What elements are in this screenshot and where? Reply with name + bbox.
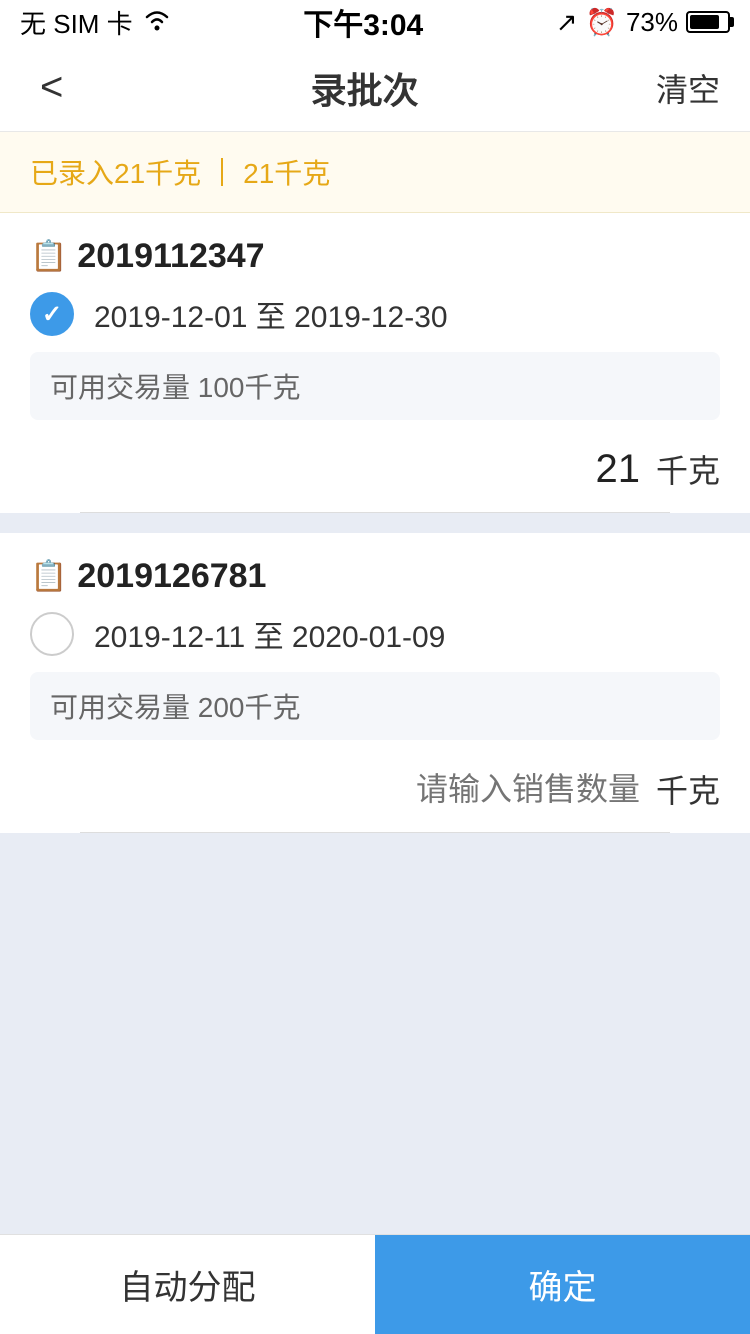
quantity-unit-2: 千克 <box>656 766 720 812</box>
wifi-icon <box>143 7 171 38</box>
batch-date-row-1: ✓ 2019-12-01 至 2019-12-30 <box>0 284 750 344</box>
batch-header-2: 📋 2019126781 <box>0 533 750 604</box>
battery-percent: 73% <box>626 7 678 38</box>
battery-icon <box>686 11 730 33</box>
quantity-row-1: 21 千克 <box>0 436 750 512</box>
carrier-text: 无 SIM 卡 <box>20 4 133 41</box>
batch-number-1: 2019112347 <box>77 237 264 276</box>
check-icon-1: ✓ <box>42 300 62 329</box>
page-title: 录批次 <box>311 62 419 114</box>
alarm-icon: ⏰ <box>586 7 618 38</box>
summary-recorded: 已录入21千克 <box>30 152 201 192</box>
batch-card-2: 📋 2019126781 2019-12-11 至 2020-01-09 可用交… <box>0 533 750 833</box>
nav-bar: < 录批次 清空 <box>0 44 750 132</box>
batch-doc-icon-1: 📋 <box>30 239 67 274</box>
batch-date-2: 2019-12-11 至 2020-01-09 <box>94 612 445 656</box>
back-button[interactable]: < <box>30 55 73 120</box>
status-right: ↗ ⏰ 73% <box>556 7 730 38</box>
quantity-value-1: 21 <box>595 447 640 492</box>
status-carrier: 无 SIM 卡 <box>20 4 171 41</box>
summary-banner: 已录入21千克 21千克 <box>0 132 750 213</box>
quantity-input-2[interactable] <box>220 771 640 808</box>
bottom-bar: 自动分配 确定 <box>0 1234 750 1334</box>
card-separator <box>0 513 750 533</box>
batch-header-1: 📋 2019112347 <box>0 213 750 284</box>
batch-number-2: 2019126781 <box>77 557 266 596</box>
content-area: 📋 2019112347 ✓ 2019-12-01 至 2019-12-30 可… <box>0 213 750 1315</box>
batch-doc-icon-2: 📋 <box>30 559 67 594</box>
available-qty-2: 可用交易量 200千克 <box>30 672 720 740</box>
auto-distribute-button[interactable]: 自动分配 <box>0 1235 375 1334</box>
batch-date-1: 2019-12-01 至 2019-12-30 <box>94 292 448 336</box>
summary-total: 21千克 <box>243 152 330 192</box>
batch-radio-2[interactable] <box>30 612 74 656</box>
available-qty-1: 可用交易量 100千克 <box>30 352 720 420</box>
batch-card-1: 📋 2019112347 ✓ 2019-12-01 至 2019-12-30 可… <box>0 213 750 513</box>
summary-divider <box>221 158 223 186</box>
confirm-button[interactable]: 确定 <box>375 1235 750 1334</box>
status-bar: 无 SIM 卡 下午3:04 ↗ ⏰ 73% <box>0 0 750 44</box>
quantity-input-row-2: 千克 <box>0 756 750 832</box>
status-time: 下午3:04 <box>303 0 423 44</box>
batch-date-row-2: 2019-12-11 至 2020-01-09 <box>0 604 750 664</box>
quantity-unit-1: 千克 <box>656 446 720 492</box>
clear-button[interactable]: 清空 <box>656 65 720 111</box>
batch-radio-1[interactable]: ✓ <box>30 292 74 336</box>
location-icon: ↗ <box>556 7 578 38</box>
